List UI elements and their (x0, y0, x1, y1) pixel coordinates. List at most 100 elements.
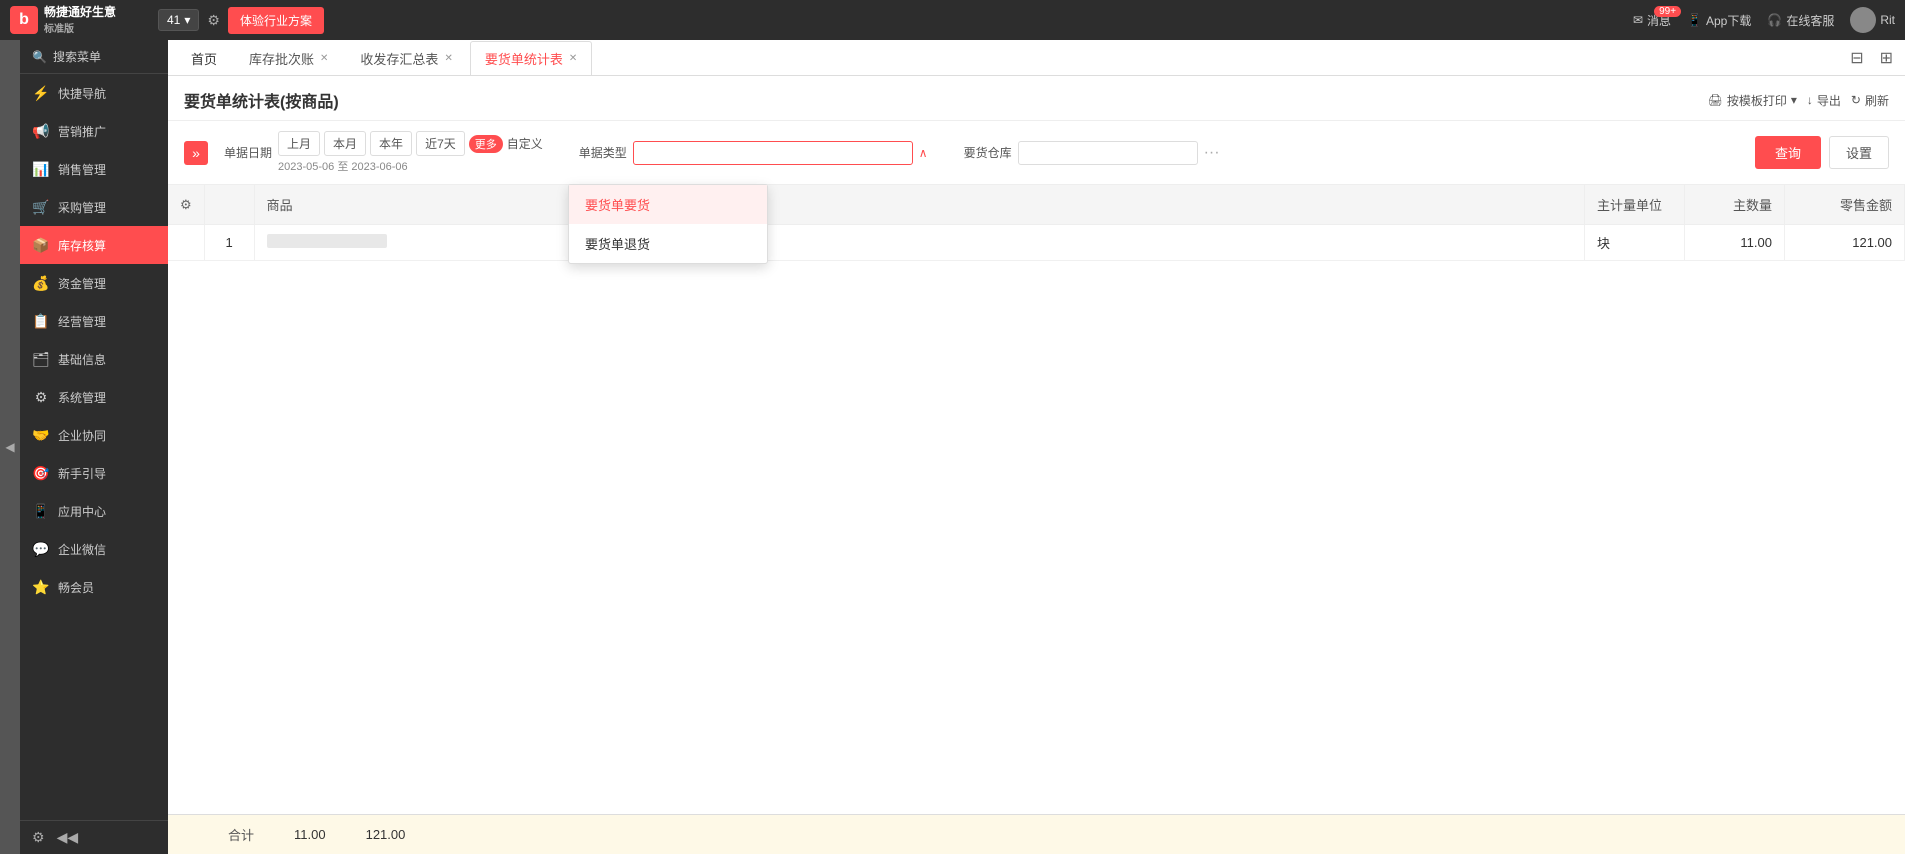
sidebar-item-label: 库存核算 (58, 237, 106, 254)
sidebar-item-label: 系统管理 (58, 389, 106, 406)
filter-type-input[interactable] (633, 141, 913, 165)
operations-icon: 📋 (32, 312, 50, 330)
collapse-icon[interactable]: ◀◀ (57, 829, 79, 846)
row-amount-cell: 121.00 (1785, 225, 1905, 261)
tabbar-minimize-btn[interactable]: ⊟ (1846, 44, 1867, 72)
purchase-icon: 🛒 (32, 198, 50, 216)
company-selector[interactable]: 41 ▾ (158, 9, 199, 31)
tab-receive-summary-close[interactable]: ✕ (444, 53, 452, 64)
sidebar: 🔍 搜索菜单 ⚡ 快捷导航 📢 营销推广 📊 销售管理 🛒 采购管理 📦 库存核… (20, 40, 168, 854)
filter-more-btn[interactable]: ··· (1204, 144, 1220, 162)
app-version: 标准版 (44, 20, 116, 35)
app-logo: b 畅捷通好生意 标准版 (10, 5, 150, 34)
sidebar-item-inventory[interactable]: 📦 库存核算 (20, 226, 168, 264)
sidebar-item-purchase[interactable]: 🛒 采购管理 (20, 188, 168, 226)
filter-date-more-badge[interactable]: 更多 (469, 135, 503, 153)
filter-bar: » 单据日期 上月 本月 本年 近7天 更多 自定义 2023-05-06 至 … (168, 121, 1905, 185)
tabbar-actions: ⊟ ⊞ (1846, 44, 1897, 72)
export-btn[interactable]: ↓ 导出 (1807, 92, 1841, 109)
col-unit-header: 主计量单位 (1585, 185, 1685, 225)
finance-icon: 💰 (32, 274, 50, 292)
sidebar-toggle[interactable]: ◀ (0, 40, 20, 854)
content-area: 首页 库存批次账 ✕ 收发存汇总表 ✕ 要货单统计表 ✕ ⊟ ⊞ 要货 (168, 40, 1905, 854)
table-header-row: ⚙ 商品 主计量单位 主数量 零售金额 (168, 185, 1905, 225)
col-num-header (204, 185, 254, 225)
tab-home[interactable]: 首页 (176, 41, 232, 75)
filter-warehouse-input[interactable] (1018, 141, 1198, 165)
tab-batch-account-close[interactable]: ✕ (320, 53, 328, 64)
dropdown-menu: 要货单要货 要货单退货 (568, 184, 768, 264)
refresh-icon: ↻ (1851, 93, 1861, 107)
download-icon: 📱 (1687, 13, 1702, 27)
filter-date-group: 上月 本月 本年 近7天 更多 自定义 2023-05-06 至 2023-06… (278, 131, 543, 174)
filter-date-btns: 上月 本月 本年 近7天 更多 自定义 (278, 131, 543, 156)
app-download-btn[interactable]: 📱 App下载 (1687, 12, 1751, 29)
filter-date-custom[interactable]: 自定义 (507, 135, 543, 152)
page-header: 要货单统计表(按商品) 🖨 按模板打印 ▾ ↓ 导出 ↻ 刷新 (168, 76, 1905, 121)
sidebar-item-operations[interactable]: 📋 经营管理 (20, 302, 168, 340)
search-icon: 🔍 (32, 50, 47, 64)
messages-badge: 99+ (1654, 6, 1681, 17)
tab-receive-summary-label: 收发存汇总表 (360, 49, 438, 68)
tab-order-stats-close[interactable]: ✕ (569, 53, 577, 64)
sidebar-bottom: ⚙ ◀◀ (20, 820, 168, 854)
sidebar-item-quick-nav[interactable]: ⚡ 快捷导航 (20, 74, 168, 112)
online-service-btn[interactable]: 🎧 在线客服 (1767, 12, 1834, 29)
filter-type-label: 单据类型 (579, 144, 627, 161)
sidebar-item-app-center[interactable]: 📱 应用中心 (20, 492, 168, 530)
topbar-center: 41 ▾ ⚙ 体验行业方案 (158, 7, 1625, 34)
sidebar-toggle-icon: ◀ (5, 440, 14, 454)
filter-type-arrow-icon[interactable]: ∧ (919, 146, 928, 160)
sidebar-item-base-info[interactable]: 🗂 基础信息 (20, 340, 168, 378)
table-row: 1 块 11.00 121.00 (168, 225, 1905, 261)
dropdown-item-order-return[interactable]: 要货单退货 (569, 224, 767, 263)
sidebar-item-system[interactable]: ⚙ 系统管理 (20, 378, 168, 416)
member-icon: ⭐ (32, 578, 50, 596)
tabbar-expand-btn[interactable]: ⊞ (1876, 44, 1897, 72)
row-unit-cell: 块 (1585, 225, 1685, 261)
page-content: 要货单统计表(按商品) 🖨 按模板打印 ▾ ↓ 导出 ↻ 刷新 (168, 76, 1905, 854)
system-icon: ⚙ (32, 388, 50, 406)
col-settings: ⚙ (168, 185, 204, 225)
cooperation-icon: 🤝 (32, 426, 50, 444)
row-qty-cell: 11.00 (1685, 225, 1785, 261)
col-qty-header: 主数量 (1685, 185, 1785, 225)
filter-date-this-month[interactable]: 本月 (324, 131, 366, 156)
print-template-btn[interactable]: 🖨 按模板打印 ▾ (1708, 92, 1797, 109)
trial-btn[interactable]: 体验行业方案 (228, 7, 324, 34)
sidebar-item-label: 应用中心 (58, 503, 106, 520)
data-table: ⚙ 商品 主计量单位 主数量 零售金额 1 (168, 185, 1905, 261)
export-icon: ↓ (1807, 93, 1813, 107)
sidebar-item-label: 营销推广 (58, 123, 106, 140)
settings-icon[interactable]: ⚙ (32, 829, 45, 846)
sidebar-item-sales[interactable]: 📊 销售管理 (20, 150, 168, 188)
tab-batch-account[interactable]: 库存批次账 ✕ (234, 41, 343, 75)
filter-date-item: 单据日期 上月 本月 本年 近7天 更多 自定义 2023-05-06 至 20… (224, 131, 543, 174)
col-amount-header: 零售金额 (1785, 185, 1905, 225)
enterprise-wx-icon: 💬 (32, 540, 50, 558)
query-btn[interactable]: 查询 (1755, 136, 1821, 169)
sidebar-item-marketing[interactable]: 📢 营销推广 (20, 112, 168, 150)
sidebar-item-cooperation[interactable]: 🤝 企业协同 (20, 416, 168, 454)
table-settings-icon[interactable]: ⚙ (180, 197, 192, 212)
filter-expand-btn[interactable]: » (184, 141, 208, 165)
inventory-icon: 📦 (32, 236, 50, 254)
tab-receive-summary[interactable]: 收发存汇总表 ✕ (345, 41, 467, 75)
user-avatar[interactable]: Rit (1850, 7, 1895, 33)
filter-date-this-year[interactable]: 本年 (370, 131, 412, 156)
messages-btn[interactable]: ✉ 消息 99+ (1633, 12, 1671, 29)
sidebar-item-member[interactable]: ⭐ 畅会员 (20, 568, 168, 606)
product-name-placeholder (267, 234, 387, 248)
topbar-gear-icon[interactable]: ⚙ (207, 12, 220, 29)
tab-order-stats[interactable]: 要货单统计表 ✕ (470, 41, 592, 75)
dropdown-item-order-goods[interactable]: 要货单要货 (569, 185, 767, 224)
filter-date-last-7[interactable]: 近7天 (416, 131, 465, 156)
filter-date-last-month[interactable]: 上月 (278, 131, 320, 156)
sidebar-item-enterprise-wx[interactable]: 💬 企业微信 (20, 530, 168, 568)
settings-btn[interactable]: 设置 (1829, 136, 1889, 169)
sidebar-item-newbie[interactable]: 🎯 新手引导 (20, 454, 168, 492)
sidebar-item-finance[interactable]: 💰 资金管理 (20, 264, 168, 302)
refresh-btn[interactable]: ↻ 刷新 (1851, 92, 1889, 109)
filter-date-range: 2023-05-06 至 2023-06-06 (278, 158, 543, 174)
sidebar-search[interactable]: 🔍 搜索菜单 (20, 40, 168, 74)
